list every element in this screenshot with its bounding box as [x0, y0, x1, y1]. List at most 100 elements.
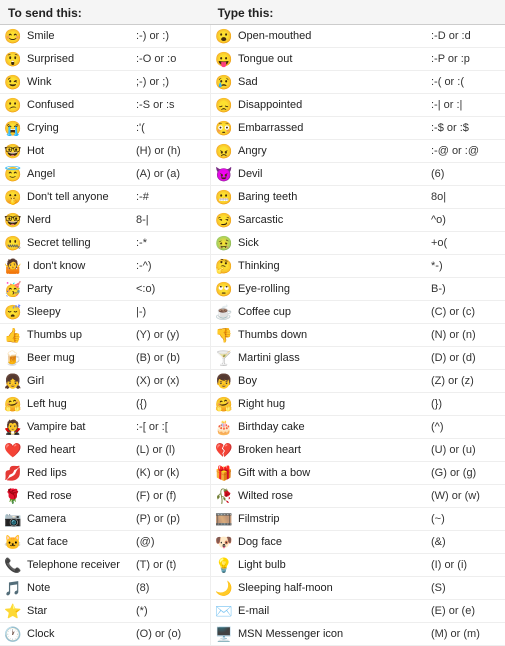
right-side: 🤢 Sick +o( — [210, 232, 505, 254]
right-emoji-name: Gift with a bow — [238, 467, 431, 479]
right-side: 🌙 Sleeping half-moon (S) — [210, 577, 505, 599]
table-row: 😉 Wink ;-) or ;) 😢 Sad :-( or :( — [0, 71, 505, 94]
right-emoji-name: Thumbs down — [238, 329, 431, 341]
right-side: 😬 Baring teeth 8o| — [210, 186, 505, 208]
left-emoji-icon: 📞 — [4, 556, 22, 574]
right-side: 🎂 Birthday cake (^) — [210, 416, 505, 438]
right-emoji-name: Wilted rose — [238, 490, 431, 502]
right-emoji-code: (U) or (u) — [431, 444, 501, 456]
table-row: 🕐 Clock (O) or (o) 🖥️ MSN Messenger icon… — [0, 623, 505, 646]
right-side: 🤗 Right hug (}) — [210, 393, 505, 415]
right-emoji-icon: 😞 — [215, 96, 233, 114]
left-emoji-icon: 😊 — [4, 27, 22, 45]
left-emoji-code: (H) or (h) — [136, 145, 206, 157]
right-emoji-name: Dog face — [238, 536, 431, 548]
right-emoji-name: Right hug — [238, 398, 431, 410]
left-emoji-name: Secret telling — [27, 237, 136, 249]
right-emoji-icon: 🙄 — [215, 280, 233, 298]
right-side: 👎 Thumbs down (N) or (n) — [210, 324, 505, 346]
right-emoji-icon: 😬 — [215, 188, 233, 206]
left-emoji-icon: 🤫 — [4, 188, 22, 206]
left-emoji-code: (F) or (f) — [136, 490, 206, 502]
right-emoji-code: :-D or :d — [431, 30, 501, 42]
left-side: 😭 Crying :'( — [0, 117, 210, 139]
left-emoji-icon: 🥳 — [4, 280, 22, 298]
left-side: 🤓 Nerd 8-| — [0, 209, 210, 231]
left-emoji-code: ;-) or ;) — [136, 76, 206, 88]
left-emoji-icon: 😉 — [4, 73, 22, 91]
right-side: 🖥️ MSN Messenger icon (M) or (m) — [210, 623, 505, 645]
right-side: 💡 Light bulb (I) or (i) — [210, 554, 505, 576]
left-emoji-name: Wink — [27, 76, 136, 88]
right-emoji-icon: 😛 — [215, 50, 233, 68]
left-emoji-icon: 🍺 — [4, 349, 22, 367]
table-row: 🤓 Hot (H) or (h) 😠 Angry :-@ or :@ — [0, 140, 505, 163]
right-emoji-icon: 😈 — [215, 165, 233, 183]
right-emoji-code: (}) — [431, 398, 501, 410]
right-emoji-name: Eye-rolling — [238, 283, 431, 295]
right-emoji-icon: 🥀 — [215, 487, 233, 505]
table-row: 🤐 Secret telling :-* 🤢 Sick +o( — [0, 232, 505, 255]
left-emoji-icon: 🐱 — [4, 533, 22, 551]
left-emoji-name: Star — [27, 605, 136, 617]
right-emoji-code: (Z) or (z) — [431, 375, 501, 387]
left-emoji-name: Note — [27, 582, 136, 594]
left-side: 🍺 Beer mug (B) or (b) — [0, 347, 210, 369]
right-emoji-name: E-mail — [238, 605, 431, 617]
left-emoji-icon: 😴 — [4, 303, 22, 321]
left-emoji-icon: 🧛 — [4, 418, 22, 436]
table-row: 🥳 Party <:o) 🙄 Eye-rolling B-) — [0, 278, 505, 301]
table-row: 🍺 Beer mug (B) or (b) 🍸 Martini glass (D… — [0, 347, 505, 370]
left-emoji-code: :-[ or :[ — [136, 421, 206, 433]
right-emoji-name: Tongue out — [238, 53, 431, 65]
right-emoji-icon: ☕ — [215, 303, 233, 321]
left-side: 🥳 Party <:o) — [0, 278, 210, 300]
right-emoji-code: B-) — [431, 283, 501, 295]
right-emoji-code: (&) — [431, 536, 501, 548]
left-emoji-icon: 😭 — [4, 119, 22, 137]
left-emoji-name: Angel — [27, 168, 136, 180]
right-emoji-code: (E) or (e) — [431, 605, 501, 617]
left-side: 🤷 I don't know :-^) — [0, 255, 210, 277]
left-emoji-name: Sleepy — [27, 306, 136, 318]
right-emoji-name: Sleeping half-moon — [238, 582, 431, 594]
left-emoji-code: (T) or (t) — [136, 559, 206, 571]
right-side: 🥀 Wilted rose (W) or (w) — [210, 485, 505, 507]
left-emoji-icon: 🕐 — [4, 625, 22, 643]
left-emoji-name: Surprised — [27, 53, 136, 65]
left-emoji-name: Red rose — [27, 490, 136, 502]
left-emoji-icon: 😇 — [4, 165, 22, 183]
right-side: 🙄 Eye-rolling B-) — [210, 278, 505, 300]
left-emoji-icon: 👧 — [4, 372, 22, 390]
right-emoji-icon: 🎞️ — [215, 510, 233, 528]
right-emoji-code: (S) — [431, 582, 501, 594]
right-emoji-code: (W) or (w) — [431, 490, 501, 502]
left-emoji-code: (B) or (b) — [136, 352, 206, 364]
right-emoji-name: Embarrassed — [238, 122, 431, 134]
table-row: 🤓 Nerd 8-| 😏 Sarcastic ^o) — [0, 209, 505, 232]
left-emoji-name: Red heart — [27, 444, 136, 456]
right-emoji-icon: 😢 — [215, 73, 233, 91]
right-side: 💔 Broken heart (U) or (u) — [210, 439, 505, 461]
right-side: 👦 Boy (Z) or (z) — [210, 370, 505, 392]
right-emoji-name: MSN Messenger icon — [238, 628, 431, 640]
left-side: ⭐ Star (*) — [0, 600, 210, 622]
left-emoji-icon: 🤓 — [4, 211, 22, 229]
right-emoji-code: (M) or (m) — [431, 628, 501, 640]
left-emoji-name: Clock — [27, 628, 136, 640]
left-side: 🌹 Red rose (F) or (f) — [0, 485, 210, 507]
right-emoji-name: Open-mouthed — [238, 30, 431, 42]
right-emoji-code: 8o| — [431, 191, 501, 203]
right-emoji-icon: 🎁 — [215, 464, 233, 482]
left-emoji-icon: 😲 — [4, 50, 22, 68]
right-emoji-name: Boy — [238, 375, 431, 387]
left-emoji-name: Red lips — [27, 467, 136, 479]
left-emoji-code: (A) or (a) — [136, 168, 206, 180]
left-side: 🕐 Clock (O) or (o) — [0, 623, 210, 645]
right-side: 😏 Sarcastic ^o) — [210, 209, 505, 231]
table-row: 🐱 Cat face (@) 🐶 Dog face (&) — [0, 531, 505, 554]
right-emoji-code: ^o) — [431, 214, 501, 226]
right-emoji-code: :-@ or :@ — [431, 145, 501, 157]
left-side: 🎵 Note (8) — [0, 577, 210, 599]
left-emoji-icon: 🤗 — [4, 395, 22, 413]
